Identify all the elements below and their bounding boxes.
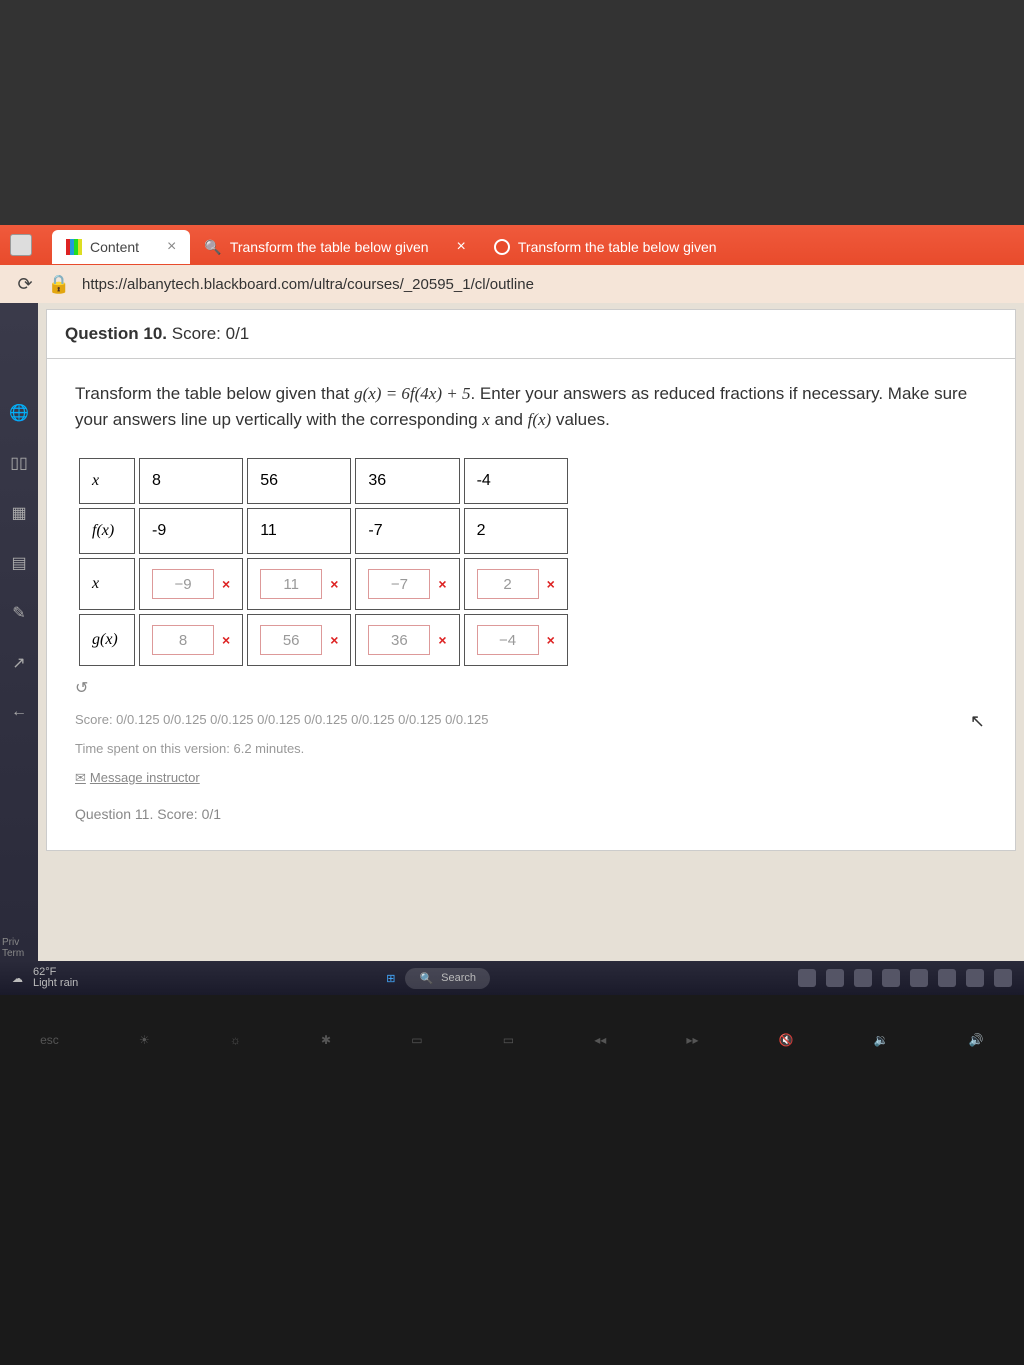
left-rail: 🌐 ▯▯ ▦ ▤ ✎ ↗ ← PrivTerm [0,303,38,961]
answer-input[interactable]: 2 [477,569,539,599]
message-instructor-link[interactable]: ✉Message instructor [75,770,200,785]
tab-transform-2[interactable]: Transform the table below given [480,231,731,263]
rail-icon-pen[interactable]: ✎ [9,603,29,623]
wrong-icon: × [222,576,230,592]
row-label-fx: f(x) [79,508,135,554]
rail-icon-grid[interactable]: ▦ [9,503,29,523]
table-row-answer-gx: g(x) 8× 56× 36× −4× [79,614,568,666]
answer-input[interactable]: 11 [260,569,322,599]
cell-x-1: 56 [247,458,351,504]
answer-cell-x-0: −9 × [139,558,243,610]
tab-label: Transform the table below given [518,239,717,255]
address-bar: ⟳ 🔒 https://albanytech.blackboard.com/ul… [0,265,1024,303]
blackboard-icon [66,239,82,255]
search-icon: 🔍 [419,972,433,985]
cell-fx-1: 11 [247,508,351,554]
rail-icon-doc[interactable]: ▤ [9,553,29,573]
question-card: Question 10. Score: 0/1 ↖ Transform the … [46,309,1016,851]
keyboard-fn-row: esc☀☼✱▭▭◂◂▸▸🔇🔉🔊 [0,1025,1024,1055]
tray-icon[interactable] [882,969,900,987]
mail-icon: ✉ [75,770,86,785]
tray-icon[interactable] [826,969,844,987]
windows-taskbar: ☁ 62°F Light rain ⊞ 🔍 Search [0,961,1024,995]
tray-icon[interactable] [910,969,928,987]
answer-cell-gx-2: 36 × [355,614,459,666]
cell-fx-2: -7 [355,508,459,554]
close-icon[interactable]: × [457,238,466,256]
wrong-icon: × [222,632,230,648]
question-number: Question 10. [65,324,167,343]
answer-input[interactable]: 8 [152,625,214,655]
wrong-icon: × [438,576,446,592]
cell-x-2: 36 [355,458,459,504]
wrong-icon: × [547,632,555,648]
rail-icon-back[interactable]: ← [9,703,29,723]
answer-cell-gx-3: −4 × [464,614,568,666]
tray-icon[interactable] [938,969,956,987]
tray-icon[interactable] [798,969,816,987]
transform-table: x 8 56 36 -4 f(x) -9 11 -7 2 [75,454,572,670]
tray-icon[interactable] [966,969,984,987]
answer-cell-gx-0: 8× [139,614,243,666]
cell-fx-0: -9 [139,508,243,554]
wrong-icon: × [330,632,338,648]
browser-tab-bar: Content × 🔍 Transform the table below gi… [0,225,1024,265]
answer-cell-x-1: 11 × [247,558,351,610]
score-detail: Score: 0/0.125 0/0.125 0/0.125 0/0.125 0… [75,712,987,727]
start-icon[interactable]: ⊞ [386,972,395,985]
table-row-x: x 8 56 36 -4 [79,458,568,504]
lock-icon[interactable]: 🔒 [48,273,70,295]
wrong-icon: × [330,576,338,592]
wrong-icon: × [547,576,555,592]
rail-icon-panel[interactable]: ▯▯ [9,453,29,473]
answer-input[interactable]: 36 [368,625,430,655]
table-row-fx: f(x) -9 11 -7 2 [79,508,568,554]
answer-cell-x-3: 2× [464,558,568,610]
refresh-icon[interactable]: ⟳ [14,273,36,295]
tray-icon[interactable] [854,969,872,987]
next-question-header: Question 11. Score: 0/1 [75,806,987,822]
table-row-answer-x: x −9× 11× −7× 2× [79,558,568,610]
answer-input[interactable]: −4 [477,625,539,655]
tab-label: Content [90,239,139,255]
answer-cell-x-2: −7 × [355,558,459,610]
answer-input[interactable]: 56 [260,625,322,655]
tab-content[interactable]: Content × [52,230,190,264]
answer-input[interactable]: −9 [152,569,214,599]
close-icon[interactable]: × [167,238,176,256]
question-header: Question 10. Score: 0/1 [47,310,1015,359]
retry-icon[interactable]: ↺ [75,678,91,694]
search-placeholder: Search [441,972,476,984]
answer-cell-gx-1: 56 × [247,614,351,666]
url-input[interactable]: https://albanytech.blackboard.com/ultra/… [82,276,1010,293]
wrong-icon: × [438,632,446,648]
cell-x-3: -4 [464,458,568,504]
rail-icon-globe[interactable]: 🌐 [9,403,29,423]
tray-icon[interactable] [994,969,1012,987]
weather-widget[interactable]: 62°F Light rain [33,967,78,989]
filo-icon [494,239,510,255]
cell-x-0: 8 [139,458,243,504]
time-spent: Time spent on this version: 6.2 minutes. [75,741,987,756]
tab-transform-1[interactable]: 🔍 Transform the table below given × [190,230,479,264]
row-label-x: x [79,458,135,504]
tab-label: Transform the table below given [230,239,429,255]
row-label-answer-gx: g(x) [79,614,135,666]
weather-icon[interactable]: ☁ [12,972,23,985]
row-label-answer-x: x [79,558,135,610]
question-score: Score: 0/1 [172,324,250,343]
search-icon: 🔍 [204,239,221,256]
rail-icon-open[interactable]: ↗ [9,653,29,673]
question-prompt: Transform the table below given that g(x… [75,381,987,432]
taskbar-search[interactable]: 🔍 Search [405,968,490,989]
cell-fx-3: 2 [464,508,568,554]
window-control-button[interactable] [10,234,32,256]
privacy-badge: PrivTerm [2,937,24,959]
answer-input[interactable]: −7 [368,569,430,599]
